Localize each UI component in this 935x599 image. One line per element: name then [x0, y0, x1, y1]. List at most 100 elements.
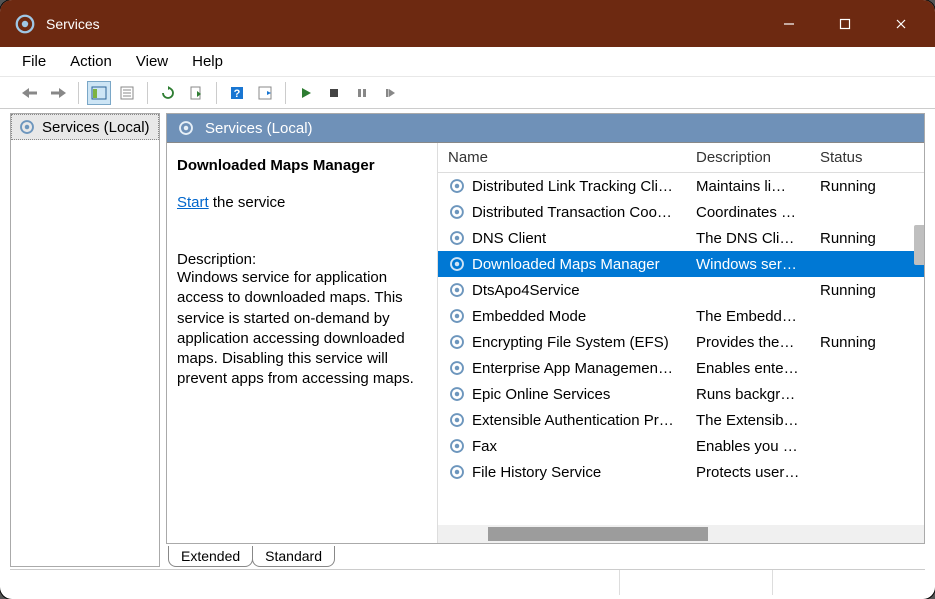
gear-icon	[18, 118, 36, 136]
service-status: Running	[810, 276, 890, 305]
gear-icon	[448, 359, 466, 377]
service-desc	[686, 284, 810, 296]
table-row[interactable]: Distributed Link Tracking Cli…Maintains …	[438, 173, 924, 199]
service-status	[810, 258, 890, 270]
vertical-scrollbar-thumb[interactable]	[914, 225, 925, 265]
gear-icon	[448, 411, 466, 429]
column-status[interactable]: Status	[810, 143, 890, 172]
service-desc: Coordinates …	[686, 198, 810, 227]
separator	[78, 82, 79, 104]
separator	[216, 82, 217, 104]
service-name: Encrypting File System (EFS)	[472, 334, 669, 351]
table-row[interactable]: DtsApo4ServiceRunning	[438, 277, 924, 303]
gear-icon	[448, 437, 466, 455]
minimize-button[interactable]	[761, 0, 817, 47]
service-name: Distributed Transaction Coor…	[472, 204, 675, 221]
menubar: File Action View Help	[0, 47, 935, 77]
service-desc: Runs backgr…	[686, 380, 810, 409]
back-button[interactable]	[18, 81, 42, 105]
service-desc: The Extensib…	[686, 406, 810, 435]
service-name: Fax	[472, 438, 497, 455]
menu-file[interactable]: File	[10, 49, 58, 74]
table-row[interactable]: Epic Online Services Runs backgr…	[438, 381, 924, 407]
maximize-button[interactable]	[817, 0, 873, 47]
gear-icon	[14, 13, 36, 35]
table-row[interactable]: File History ServiceProtects user…	[438, 459, 924, 485]
tree-item-services-local[interactable]: Services (Local)	[11, 114, 159, 140]
menu-view[interactable]: View	[124, 49, 180, 74]
pane-header-label: Services (Local)	[205, 120, 313, 137]
refresh-button[interactable]	[156, 81, 180, 105]
table-row[interactable]: Encrypting File System (EFS)Provides the…	[438, 329, 924, 355]
titlebar: Services	[0, 0, 935, 47]
details-panel: Downloaded Maps Manager Start the servic…	[167, 143, 437, 543]
pause-service-button[interactable]	[350, 81, 374, 105]
statusbar	[10, 569, 925, 595]
desc-label: Description:	[177, 251, 425, 268]
service-status	[810, 362, 890, 374]
service-name: Epic Online Services	[472, 386, 610, 403]
service-status: Running	[810, 328, 890, 357]
restart-service-button[interactable]	[378, 81, 402, 105]
help-button[interactable]: ?	[225, 81, 249, 105]
service-desc: Windows ser…	[686, 250, 810, 279]
gear-icon	[448, 177, 466, 195]
desc-body: Windows service for application access t…	[177, 268, 425, 390]
main-pane: Services (Local) Downloaded Maps Manager…	[166, 113, 925, 567]
forward-button[interactable]	[46, 81, 70, 105]
stop-service-button[interactable]	[322, 81, 346, 105]
export-button[interactable]	[184, 81, 208, 105]
tabs: Extended Standard	[166, 543, 925, 567]
separator	[285, 82, 286, 104]
show-hide-tree-button[interactable]	[87, 81, 111, 105]
service-desc: Enables ente…	[686, 354, 810, 383]
column-description[interactable]: Description	[686, 143, 810, 172]
tab-extended[interactable]: Extended	[168, 546, 253, 567]
service-desc: The DNS Cli…	[686, 224, 810, 253]
pane-header: Services (Local)	[167, 114, 924, 143]
table-row[interactable]: Distributed Transaction Coor… Coordinates…	[438, 199, 924, 225]
content-area: Services (Local) Services (Local) Downlo…	[0, 109, 935, 567]
service-status	[810, 414, 890, 426]
properties-button[interactable]	[115, 81, 139, 105]
start-service-button[interactable]	[294, 81, 318, 105]
separator	[147, 82, 148, 104]
table-row[interactable]: Enterprise App Managemen…Enables ente…	[438, 355, 924, 381]
table-row[interactable]: Extensible Authentication Pr…The Extensi…	[438, 407, 924, 433]
start-link[interactable]: Start	[177, 194, 209, 211]
service-status	[810, 310, 890, 322]
svg-text:?: ?	[234, 88, 241, 100]
list-header: Name Description Status	[438, 143, 924, 173]
toolbar: ?	[0, 77, 935, 109]
service-status	[810, 440, 890, 452]
window-title: Services	[46, 16, 100, 32]
tree-pane[interactable]: Services (Local)	[10, 113, 160, 567]
column-name[interactable]: Name	[438, 143, 686, 172]
service-desc: The Embedd…	[686, 302, 810, 331]
list-body[interactable]: Distributed Link Tracking Cli…Maintains …	[438, 173, 924, 525]
menu-action[interactable]: Action	[58, 49, 124, 74]
table-row[interactable]: Embedded ModeThe Embedd…	[438, 303, 924, 329]
table-row[interactable]: Downloaded Maps ManagerWindows ser…	[438, 251, 924, 277]
close-button[interactable]	[873, 0, 929, 47]
gear-icon	[448, 229, 466, 247]
gear-icon	[448, 333, 466, 351]
menu-help[interactable]: Help	[180, 49, 235, 74]
scrollbar-thumb[interactable]	[488, 527, 708, 541]
tab-standard[interactable]: Standard	[252, 546, 335, 567]
horizontal-scrollbar[interactable]	[438, 525, 924, 543]
service-desc: Enables you …	[686, 432, 810, 461]
gear-icon	[448, 281, 466, 299]
gear-icon	[448, 203, 466, 221]
service-status: Running	[810, 224, 890, 253]
start-line: Start the service	[177, 194, 425, 211]
gear-icon	[177, 119, 195, 137]
service-status	[810, 206, 890, 218]
services-window: Services File Action View Help ?	[0, 0, 935, 599]
filter-button[interactable]	[253, 81, 277, 105]
services-list: Name Description Status Distributed Link…	[437, 143, 924, 543]
gear-icon	[448, 463, 466, 481]
table-row[interactable]: Fax Enables you …	[438, 433, 924, 459]
table-row[interactable]: DNS Client The DNS Cli…Running	[438, 225, 924, 251]
service-name: DNS Client	[472, 230, 546, 247]
